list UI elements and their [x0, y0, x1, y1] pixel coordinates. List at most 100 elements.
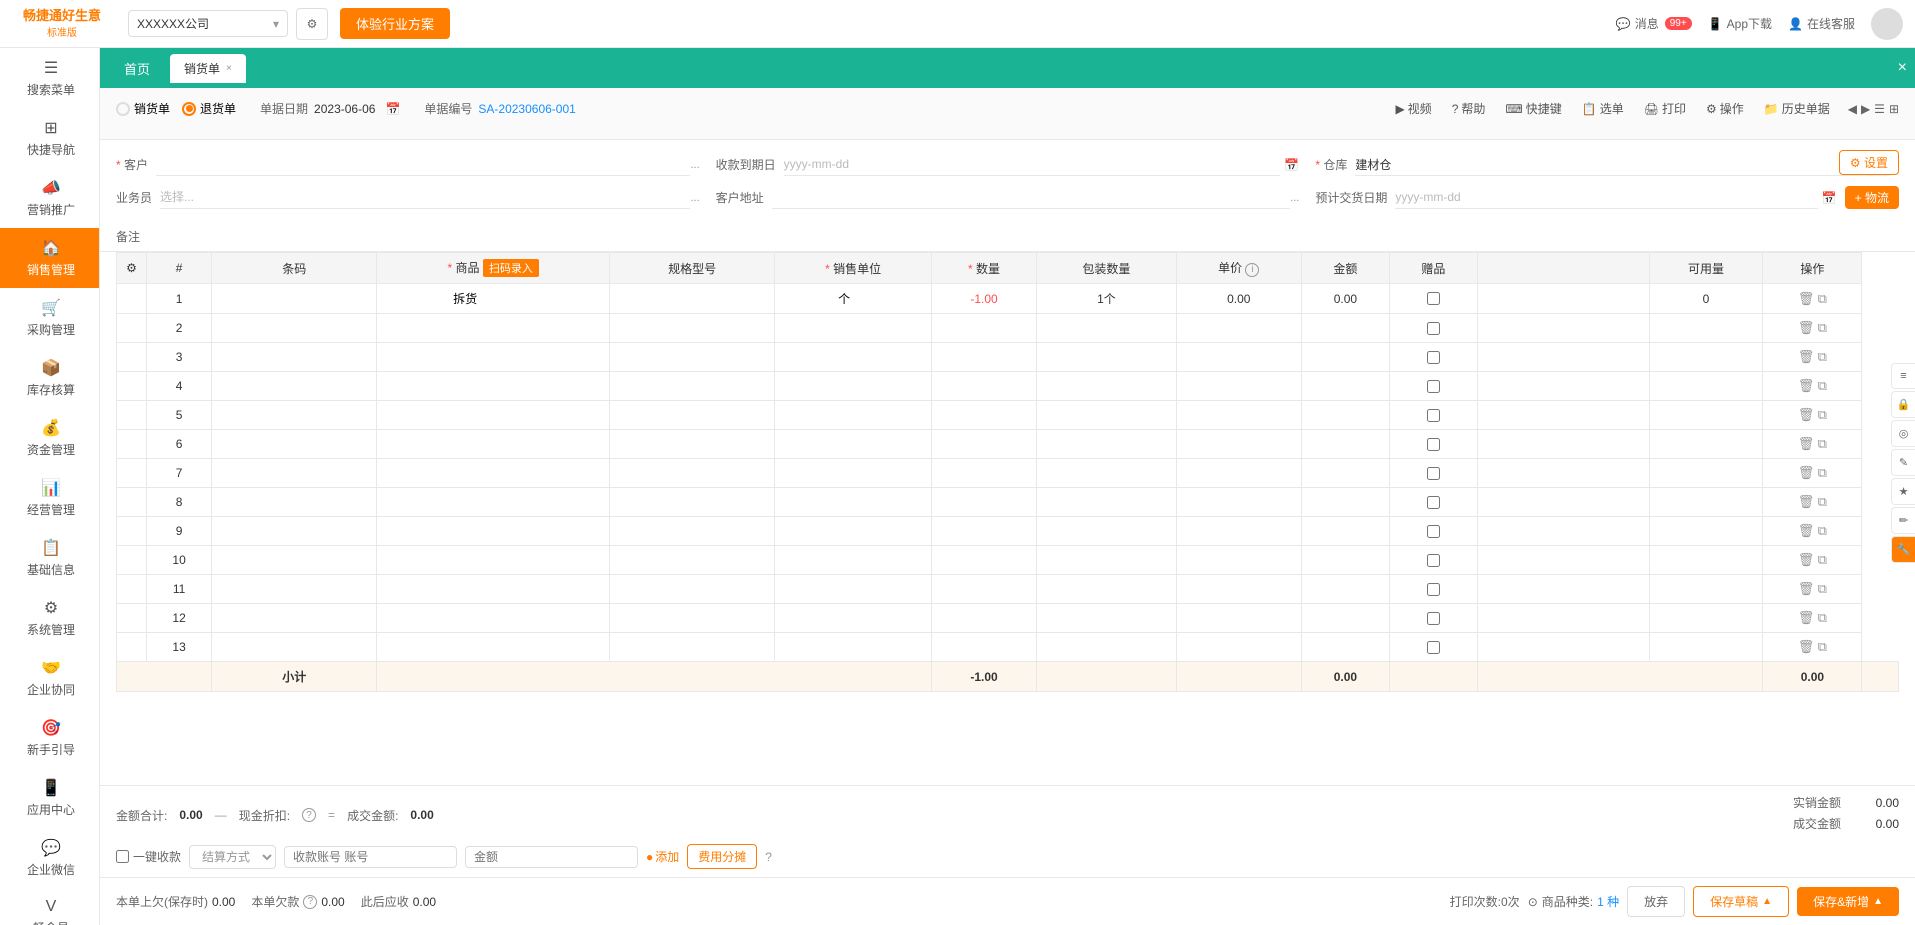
- row-gift[interactable]: [1389, 488, 1477, 517]
- row-gift[interactable]: [1389, 546, 1477, 575]
- row-gift[interactable]: [1389, 604, 1477, 633]
- payment-due-calendar-icon[interactable]: 📅: [1284, 158, 1299, 172]
- delete-row-button[interactable]: 🗑: [1798, 523, 1815, 538]
- warehouse-input[interactable]: [1355, 153, 1889, 176]
- history-button[interactable]: 📁 历史单据: [1758, 98, 1836, 119]
- row-qty[interactable]: -1.00: [931, 284, 1036, 314]
- row-product[interactable]: [377, 372, 610, 401]
- right-tool-edit[interactable]: ✎: [1891, 449, 1915, 476]
- sidebar-item-enterprise[interactable]: 🤝 企业协同: [0, 648, 99, 708]
- row-unit-price[interactable]: [1176, 604, 1301, 633]
- pay-account-input[interactable]: [284, 846, 457, 868]
- row-product[interactable]: [377, 459, 610, 488]
- row-spec[interactable]: [609, 343, 774, 372]
- row-product[interactable]: [377, 430, 610, 459]
- sidebar-item-quick-nav[interactable]: ⊞ 快捷导航: [0, 108, 99, 168]
- row-qty[interactable]: [931, 488, 1036, 517]
- row-product[interactable]: [377, 284, 610, 314]
- row-product[interactable]: [377, 633, 610, 662]
- add-payment-button[interactable]: ● 添加: [646, 848, 679, 865]
- row-barcode[interactable]: [212, 546, 377, 575]
- row-spec[interactable]: [609, 633, 774, 662]
- tab-home[interactable]: 首页: [108, 51, 166, 86]
- right-tool-orange[interactable]: 🔧: [1891, 536, 1915, 563]
- row-barcode[interactable]: [212, 314, 377, 343]
- row-unit-price[interactable]: [1176, 372, 1301, 401]
- salesman-input[interactable]: [160, 186, 690, 209]
- row-pkg-qty[interactable]: [1037, 314, 1177, 343]
- copy-row-button[interactable]: ⧉: [1818, 494, 1827, 509]
- radio-return-order[interactable]: 退货单: [182, 100, 236, 117]
- row-unit[interactable]: [775, 314, 932, 343]
- product-type-value[interactable]: 1 种: [1597, 893, 1619, 910]
- row-unit[interactable]: [775, 488, 932, 517]
- payment-amount-input[interactable]: [465, 846, 638, 868]
- copy-row-button[interactable]: ⧉: [1818, 552, 1827, 567]
- row-unit-price[interactable]: [1176, 488, 1301, 517]
- doc-num-value[interactable]: SA-20230606-001: [478, 102, 575, 116]
- row-unit-price[interactable]: 0.00: [1176, 284, 1301, 314]
- row-spec[interactable]: [609, 372, 774, 401]
- delete-row-button[interactable]: 🗑: [1798, 581, 1815, 596]
- delete-row-button[interactable]: 🗑: [1798, 494, 1815, 509]
- row-unit[interactable]: [775, 401, 932, 430]
- row-amount[interactable]: [1301, 401, 1389, 430]
- row-product[interactable]: [377, 343, 610, 372]
- delete-row-button[interactable]: 🗑: [1798, 436, 1815, 451]
- customer-addr-input[interactable]: [772, 186, 1290, 209]
- row-amount[interactable]: [1301, 314, 1389, 343]
- copy-row-button[interactable]: ⧉: [1818, 581, 1827, 596]
- print-button[interactable]: 🖨 打印: [1638, 98, 1692, 119]
- row-barcode[interactable]: [212, 284, 377, 314]
- sidebar-item-purchase[interactable]: 🛒 采购管理: [0, 288, 99, 348]
- row-gift[interactable]: [1389, 633, 1477, 662]
- sidebar-item-marketing[interactable]: 📣 营销推广: [0, 168, 99, 228]
- radio-sales-order[interactable]: 销货单: [116, 100, 170, 117]
- calendar-icon[interactable]: 📅: [385, 102, 400, 116]
- grid-view-button[interactable]: ⊞: [1889, 102, 1899, 116]
- copy-row-button[interactable]: ⧉: [1818, 610, 1827, 625]
- salesman-expand-button[interactable]: ...: [690, 192, 699, 204]
- date-value[interactable]: 2023-06-06: [314, 102, 375, 116]
- copy-row-button[interactable]: ⧉: [1818, 320, 1827, 335]
- sidebar-item-sales[interactable]: 🏠 销售管理: [0, 228, 99, 288]
- operate-button[interactable]: ⚙ 操作: [1700, 98, 1750, 119]
- delete-row-button[interactable]: 🗑: [1798, 291, 1815, 306]
- logistics-button[interactable]: + 物流: [1845, 186, 1899, 209]
- row-amount[interactable]: [1301, 575, 1389, 604]
- video-button[interactable]: ▶ 视频: [1389, 98, 1437, 119]
- row-unit-price[interactable]: [1176, 343, 1301, 372]
- row-unit[interactable]: [775, 372, 932, 401]
- row-product[interactable]: [377, 604, 610, 633]
- row-spec[interactable]: [609, 517, 774, 546]
- company-settings-button[interactable]: ⚙: [296, 8, 328, 40]
- copy-row-button[interactable]: ⧉: [1818, 378, 1827, 393]
- row-amount[interactable]: [1301, 633, 1389, 662]
- row-barcode[interactable]: [212, 633, 377, 662]
- save-draft-button[interactable]: 保存草稿 ▲: [1693, 886, 1789, 917]
- row-unit-price[interactable]: [1176, 546, 1301, 575]
- row-gift[interactable]: [1389, 430, 1477, 459]
- trial-button[interactable]: 体验行业方案: [340, 8, 450, 39]
- company-selector[interactable]: XXXXXX公司 ▾: [128, 10, 288, 37]
- row-gift[interactable]: [1389, 343, 1477, 372]
- row-qty[interactable]: [931, 314, 1036, 343]
- customer-input[interactable]: [156, 153, 690, 176]
- row-gift[interactable]: [1389, 314, 1477, 343]
- row-barcode[interactable]: [212, 517, 377, 546]
- row-amount[interactable]: [1301, 372, 1389, 401]
- row-gift[interactable]: [1389, 401, 1477, 430]
- sidebar-item-search-order[interactable]: ☰ 搜索菜单: [0, 48, 99, 108]
- row-qty[interactable]: [931, 401, 1036, 430]
- row-qty[interactable]: [931, 604, 1036, 633]
- row-amount[interactable]: [1301, 604, 1389, 633]
- customer-expand-button[interactable]: ...: [690, 159, 699, 171]
- copy-row-button[interactable]: ⧉: [1818, 436, 1827, 451]
- tab-close-icon[interactable]: ×: [226, 63, 232, 74]
- row-barcode[interactable]: [212, 604, 377, 633]
- row-product[interactable]: [377, 401, 610, 430]
- right-tool-star[interactable]: ★: [1891, 478, 1915, 505]
- row-pkg-qty[interactable]: [1037, 575, 1177, 604]
- row-spec[interactable]: [609, 284, 774, 314]
- select-order-button[interactable]: 📋 选单: [1576, 98, 1630, 119]
